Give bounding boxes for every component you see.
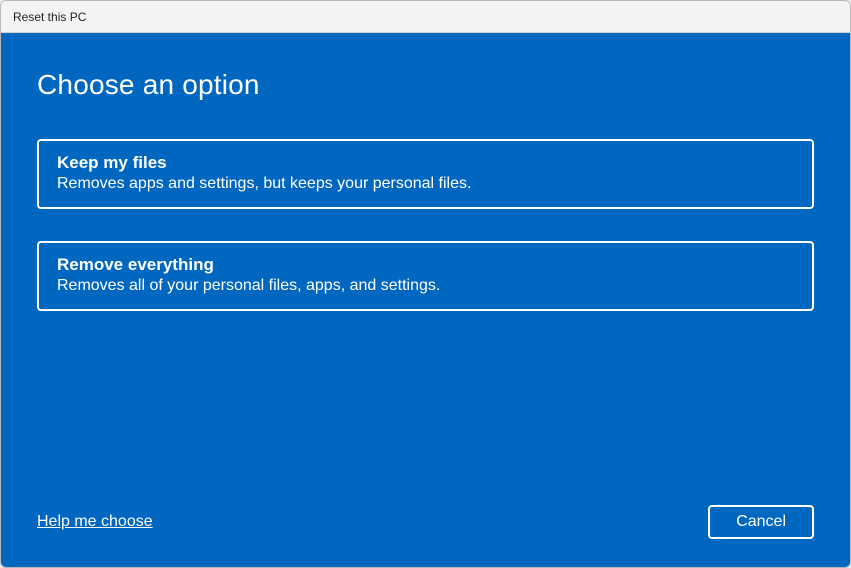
cancel-button[interactable]: Cancel bbox=[708, 505, 814, 539]
reset-pc-window: Reset this PC Choose an option Keep my f… bbox=[0, 0, 851, 568]
help-me-choose-link[interactable]: Help me choose bbox=[37, 513, 153, 531]
window-title: Reset this PC bbox=[13, 10, 86, 24]
page-heading: Choose an option bbox=[37, 69, 814, 101]
option-keep-my-files[interactable]: Keep my files Removes apps and settings,… bbox=[37, 139, 814, 209]
titlebar: Reset this PC bbox=[1, 1, 850, 33]
option-title: Keep my files bbox=[57, 153, 794, 173]
option-description: Removes all of your personal files, apps… bbox=[57, 277, 794, 295]
option-title: Remove everything bbox=[57, 255, 794, 275]
option-description: Removes apps and settings, but keeps you… bbox=[57, 175, 794, 193]
option-remove-everything[interactable]: Remove everything Removes all of your pe… bbox=[37, 241, 814, 311]
footer: Help me choose Cancel bbox=[37, 505, 814, 539]
content-area: Choose an option Keep my files Removes a… bbox=[1, 33, 850, 567]
